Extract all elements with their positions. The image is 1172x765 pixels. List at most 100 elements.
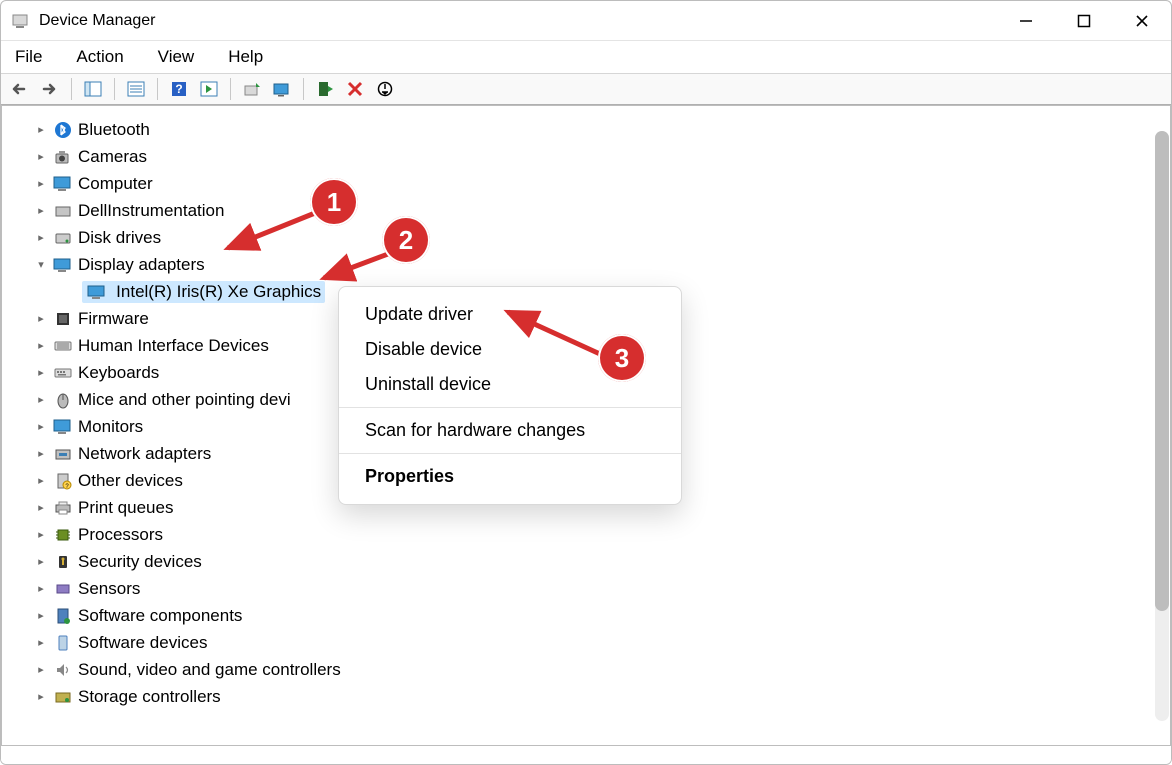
tree-item-label: Keyboards xyxy=(78,363,159,383)
chevron-right-icon[interactable]: ▸ xyxy=(32,553,50,571)
tree-item-label: Disk drives xyxy=(78,228,161,248)
software-device-icon xyxy=(52,633,74,653)
chevron-right-icon[interactable]: ▸ xyxy=(32,364,50,382)
chevron-down-icon[interactable]: ▾ xyxy=(32,256,50,274)
scrollbar-thumb[interactable] xyxy=(1155,131,1169,611)
monitor-icon xyxy=(52,417,74,437)
close-button[interactable] xyxy=(1113,1,1171,40)
tree-item-software-components[interactable]: ▸ Software components xyxy=(32,602,1170,629)
annotation-arrow-3 xyxy=(500,304,610,364)
chevron-right-icon[interactable]: ▸ xyxy=(32,634,50,652)
tree-item-processors[interactable]: ▸ Processors xyxy=(32,521,1170,548)
hid-icon xyxy=(52,336,74,356)
toolbar-separator xyxy=(303,78,304,100)
annotation-badge-3: 3 xyxy=(598,334,646,382)
menu-action[interactable]: Action xyxy=(70,43,129,71)
scan-hardware-button[interactable] xyxy=(269,77,295,101)
tree-item-label: Print queues xyxy=(78,498,173,518)
chevron-right-icon[interactable]: ▸ xyxy=(32,688,50,706)
title-bar: Device Manager xyxy=(1,1,1171,41)
chevron-right-icon[interactable]: ▸ xyxy=(32,391,50,409)
tree-item-storage-controllers[interactable]: ▸ Storage controllers xyxy=(32,683,1170,710)
display-adapter-icon xyxy=(86,282,108,302)
toolbar-separator xyxy=(230,78,231,100)
disable-button[interactable] xyxy=(372,77,398,101)
tree-item-label: Software devices xyxy=(78,633,207,653)
chevron-right-icon[interactable]: ▸ xyxy=(32,121,50,139)
back-button[interactable] xyxy=(7,77,33,101)
tree-item-label: Sound, video and game controllers xyxy=(78,660,341,680)
context-menu-properties[interactable]: Properties xyxy=(339,459,681,494)
tree-item-bluetooth[interactable]: ▸ Bluetooth xyxy=(32,116,1170,143)
vertical-scrollbar[interactable] xyxy=(1155,131,1169,721)
chevron-right-icon[interactable]: ▸ xyxy=(32,445,50,463)
toolbar-separator xyxy=(71,78,72,100)
storage-controller-icon xyxy=(52,687,74,707)
chevron-right-icon[interactable]: ▸ xyxy=(32,148,50,166)
tree-item-disk-drives[interactable]: ▸ Disk drives xyxy=(32,224,1170,251)
tree-item-label: Human Interface Devices xyxy=(78,336,269,356)
tree-item-security-devices[interactable]: ▸ Security devices xyxy=(32,548,1170,575)
security-icon xyxy=(52,552,74,572)
mouse-icon xyxy=(52,390,74,410)
tree-item-sound[interactable]: ▸ Sound, video and game controllers xyxy=(32,656,1170,683)
enable-button[interactable] xyxy=(312,77,338,101)
tree-item-sensors[interactable]: ▸ Sensors xyxy=(32,575,1170,602)
caret-placeholder xyxy=(62,283,80,301)
chevron-right-icon[interactable]: ▸ xyxy=(32,526,50,544)
chevron-right-icon[interactable]: ▸ xyxy=(32,310,50,328)
disk-icon xyxy=(52,228,74,248)
tree-item-computer[interactable]: ▸ Computer xyxy=(32,170,1170,197)
properties-button[interactable] xyxy=(123,77,149,101)
chevron-right-icon[interactable]: ▸ xyxy=(32,499,50,517)
chevron-right-icon[interactable]: ▸ xyxy=(32,661,50,679)
context-menu-separator xyxy=(339,407,681,408)
chevron-right-icon[interactable]: ▸ xyxy=(32,418,50,436)
window-title: Device Manager xyxy=(39,12,156,30)
annotation-badge-2: 2 xyxy=(382,216,430,264)
chevron-right-icon[interactable]: ▸ xyxy=(32,202,50,220)
chevron-right-icon[interactable]: ▸ xyxy=(32,472,50,490)
menu-view[interactable]: View xyxy=(152,43,201,71)
tree-item-cameras[interactable]: ▸ Cameras xyxy=(32,143,1170,170)
chevron-right-icon[interactable]: ▸ xyxy=(32,580,50,598)
chevron-right-icon[interactable]: ▸ xyxy=(32,607,50,625)
network-icon xyxy=(52,444,74,464)
update-driver-button[interactable] xyxy=(239,77,265,101)
chevron-right-icon[interactable]: ▸ xyxy=(32,175,50,193)
bluetooth-icon xyxy=(52,120,74,140)
tree-item-label: Firmware xyxy=(78,309,149,329)
sensor-icon xyxy=(52,579,74,599)
minimize-button[interactable] xyxy=(997,1,1055,40)
tree-item-dell-instrumentation[interactable]: ▸ DellInstrumentation xyxy=(32,197,1170,224)
forward-button[interactable] xyxy=(37,77,63,101)
action-button[interactable] xyxy=(196,77,222,101)
tree-item-display-adapters[interactable]: ▾ Display adapters xyxy=(32,251,1170,278)
tree-item-label: Display adapters xyxy=(78,255,205,275)
computer-icon xyxy=(52,174,74,194)
help-button[interactable]: ? xyxy=(166,77,192,101)
tree-item-software-devices[interactable]: ▸ Software devices xyxy=(32,629,1170,656)
menu-file[interactable]: File xyxy=(9,43,48,71)
annotation-badge-1: 1 xyxy=(310,178,358,226)
tree-item-label: Monitors xyxy=(78,417,143,437)
tree-item-label: Sensors xyxy=(78,579,140,599)
tree-item-label: Intel(R) Iris(R) Xe Graphics xyxy=(116,282,321,301)
tree-item-label: Mice and other pointing devi xyxy=(78,390,291,410)
firmware-icon xyxy=(52,309,74,329)
context-menu-scan-hardware[interactable]: Scan for hardware changes xyxy=(339,413,681,448)
toolbar: ? xyxy=(1,73,1171,105)
uninstall-button[interactable] xyxy=(342,77,368,101)
tree-item-label: DellInstrumentation xyxy=(78,201,224,221)
chevron-right-icon[interactable]: ▸ xyxy=(32,229,50,247)
show-hide-tree-button[interactable] xyxy=(80,77,106,101)
tree-item-label: Computer xyxy=(78,174,153,194)
menu-bar: File Action View Help xyxy=(1,41,1171,73)
menu-help[interactable]: Help xyxy=(222,43,269,71)
svg-text:?: ? xyxy=(175,82,182,96)
tree-item-label: Software components xyxy=(78,606,242,626)
chevron-right-icon[interactable]: ▸ xyxy=(32,337,50,355)
other-devices-icon: ? xyxy=(52,471,74,491)
status-bar xyxy=(1,746,1171,764)
maximize-button[interactable] xyxy=(1055,1,1113,40)
